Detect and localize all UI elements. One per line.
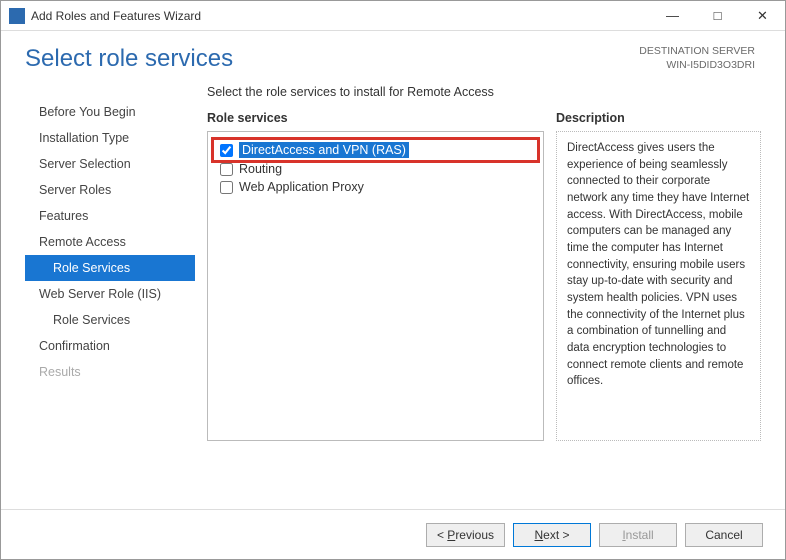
page-heading: Select role services [25,45,233,73]
service-label: DirectAccess and VPN (RAS) [239,142,409,158]
nav-item-features[interactable]: Features [25,203,195,229]
title-bar: Add Roles and Features Wizard — □ ✕ [1,1,785,31]
install-button: Install [599,523,677,547]
instruction-text: Select the role services to install for … [207,85,761,99]
cancel-button[interactable]: Cancel [685,523,763,547]
window-title: Add Roles and Features Wizard [31,9,650,23]
service-item-directaccess-and-vpn-ras-[interactable]: DirectAccess and VPN (RAS) [214,140,537,160]
role-services-label: Role services [207,111,544,125]
close-button[interactable]: ✕ [740,1,785,30]
nav-item-role-services[interactable]: Role Services [25,307,195,333]
service-checkbox[interactable] [220,144,233,157]
service-checkbox[interactable] [220,163,233,176]
nav-item-web-server-role-iis-[interactable]: Web Server Role (IIS) [25,281,195,307]
nav-item-installation-type[interactable]: Installation Type [25,125,195,151]
next-button[interactable]: Next > [513,523,591,547]
destination-server: DESTINATION SERVER WIN-I5DID3O3DRI [639,45,755,72]
wizard-footer: < Previous Next > Install Cancel [1,509,785,559]
nav-item-server-selection[interactable]: Server Selection [25,151,195,177]
minimize-button[interactable]: — [650,1,695,30]
service-item-web-application-proxy[interactable]: Web Application Proxy [214,178,537,196]
app-icon [9,8,25,24]
nav-item-remote-access[interactable]: Remote Access [25,229,195,255]
nav-item-role-services[interactable]: Role Services [25,255,195,281]
service-checkbox[interactable] [220,181,233,194]
service-label: Web Application Proxy [239,180,364,194]
service-label: Routing [239,162,282,176]
destination-name: WIN-I5DID3O3DRI [639,59,755,73]
nav-item-confirmation[interactable]: Confirmation [25,333,195,359]
description-label: Description [556,111,761,125]
maximize-button[interactable]: □ [695,1,740,30]
main-panel: Select the role services to install for … [195,81,761,441]
description-box: DirectAccess gives users the experience … [556,131,761,441]
window-controls: — □ ✕ [650,1,785,30]
destination-label: DESTINATION SERVER [639,45,755,59]
role-services-listbox[interactable]: DirectAccess and VPN (RAS) Routing Web App… [207,131,544,441]
wizard-nav: Before You BeginInstallation TypeServer … [25,81,195,441]
nav-item-results: Results [25,359,195,385]
nav-item-before-you-begin[interactable]: Before You Begin [25,99,195,125]
nav-item-server-roles[interactable]: Server Roles [25,177,195,203]
previous-button[interactable]: < Previous [426,523,505,547]
service-item-routing[interactable]: Routing [214,160,537,178]
